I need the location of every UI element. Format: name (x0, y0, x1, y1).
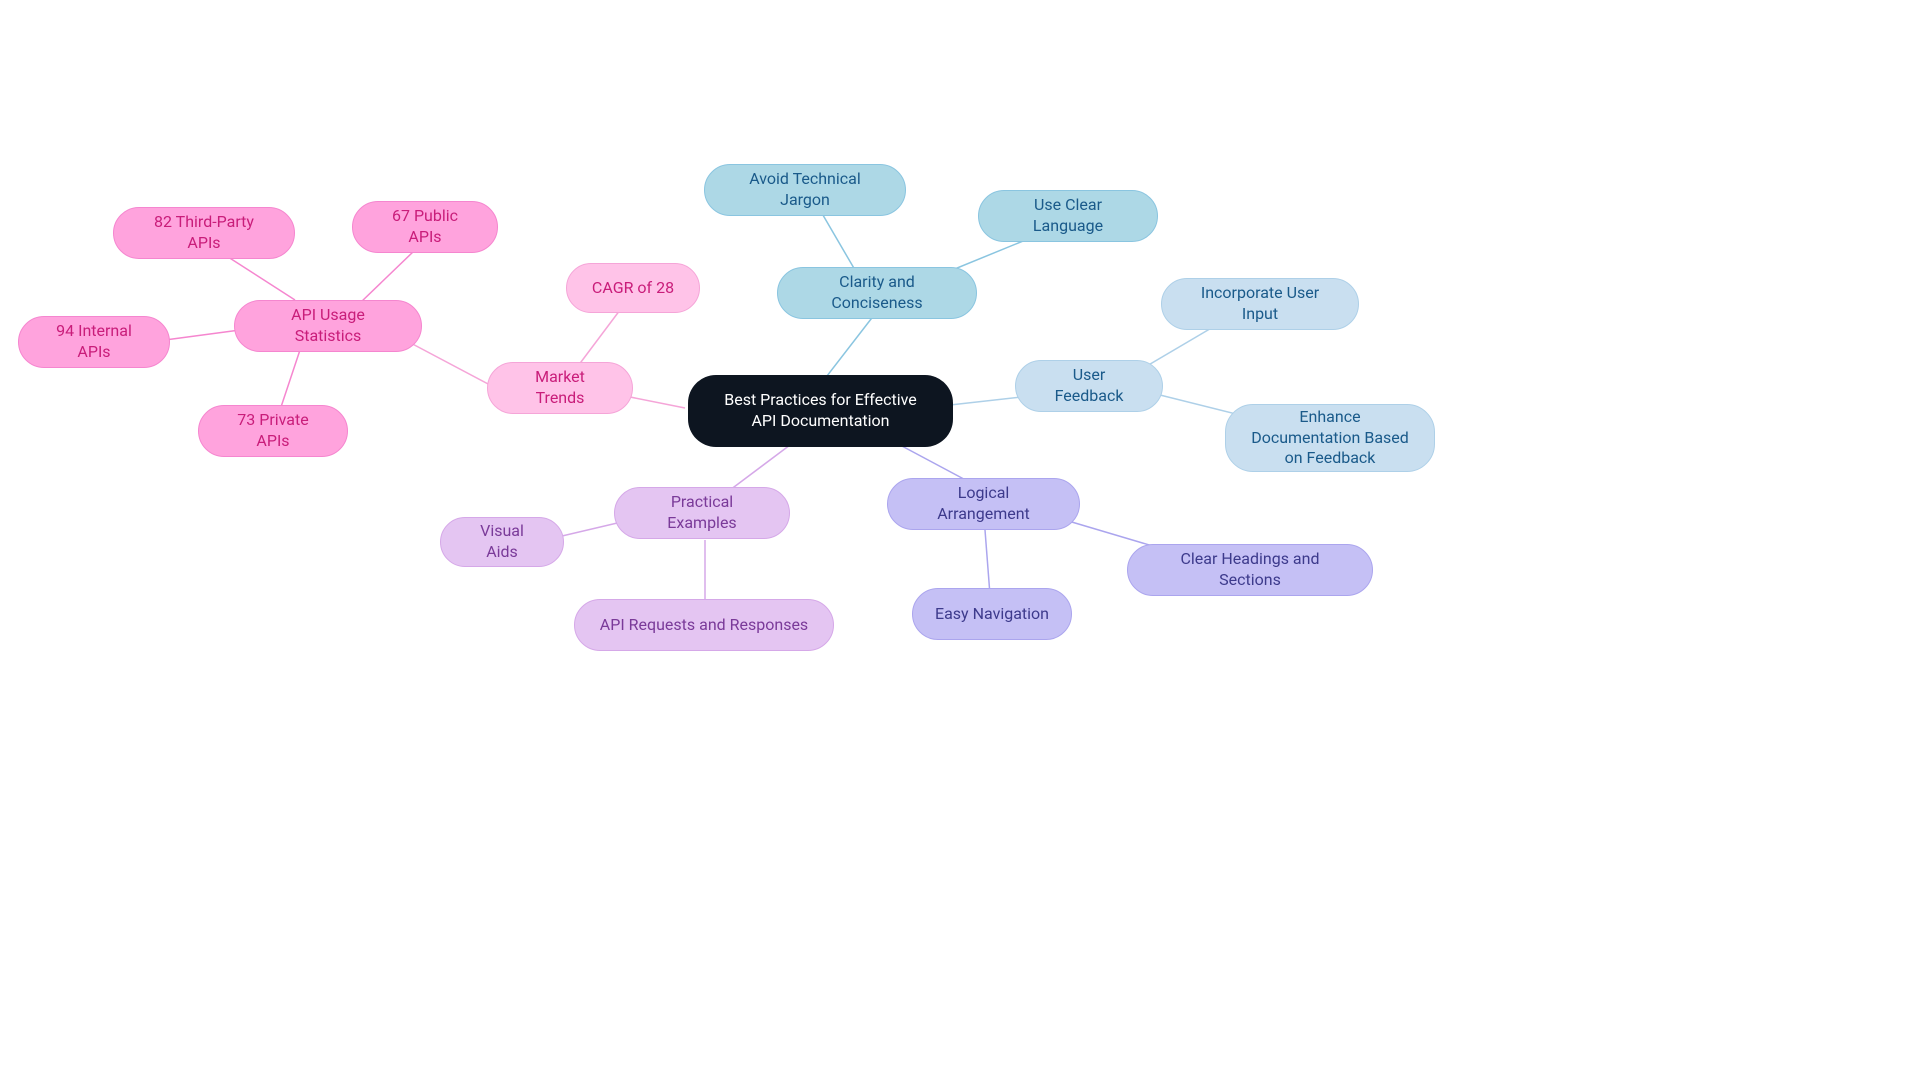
node-easy-nav[interactable]: Easy Navigation (912, 588, 1072, 640)
node-clear-language[interactable]: Use Clear Language (978, 190, 1158, 242)
node-usage[interactable]: API Usage Statistics (234, 300, 422, 352)
node-arrangement[interactable]: Logical Arrangement (887, 478, 1080, 530)
node-market[interactable]: Market Trends (487, 362, 633, 414)
node-feedback[interactable]: User Feedback (1015, 360, 1163, 412)
node-headings[interactable]: Clear Headings and Sections (1127, 544, 1373, 596)
node-visual-aids[interactable]: Visual Aids (440, 517, 564, 567)
node-examples[interactable]: Practical Examples (614, 487, 790, 539)
node-incorporate-input[interactable]: Incorporate User Input (1161, 278, 1359, 330)
node-thirdparty-apis[interactable]: 82 Third-Party APIs (113, 207, 295, 259)
node-cagr[interactable]: CAGR of 28 (566, 263, 700, 313)
node-public-apis[interactable]: 67 Public APIs (352, 201, 498, 253)
node-internal-apis[interactable]: 94 Internal APIs (18, 316, 170, 368)
node-avoid-jargon[interactable]: Avoid Technical Jargon (704, 164, 906, 216)
connector-lines (0, 0, 1920, 1083)
node-clarity[interactable]: Clarity and Conciseness (777, 267, 977, 319)
node-private-apis[interactable]: 73 Private APIs (198, 405, 348, 457)
node-enhance-feedback[interactable]: Enhance Documentation Based on Feedback (1225, 404, 1435, 472)
node-requests[interactable]: API Requests and Responses (574, 599, 834, 651)
central-node[interactable]: Best Practices for Effective API Documen… (688, 375, 953, 447)
